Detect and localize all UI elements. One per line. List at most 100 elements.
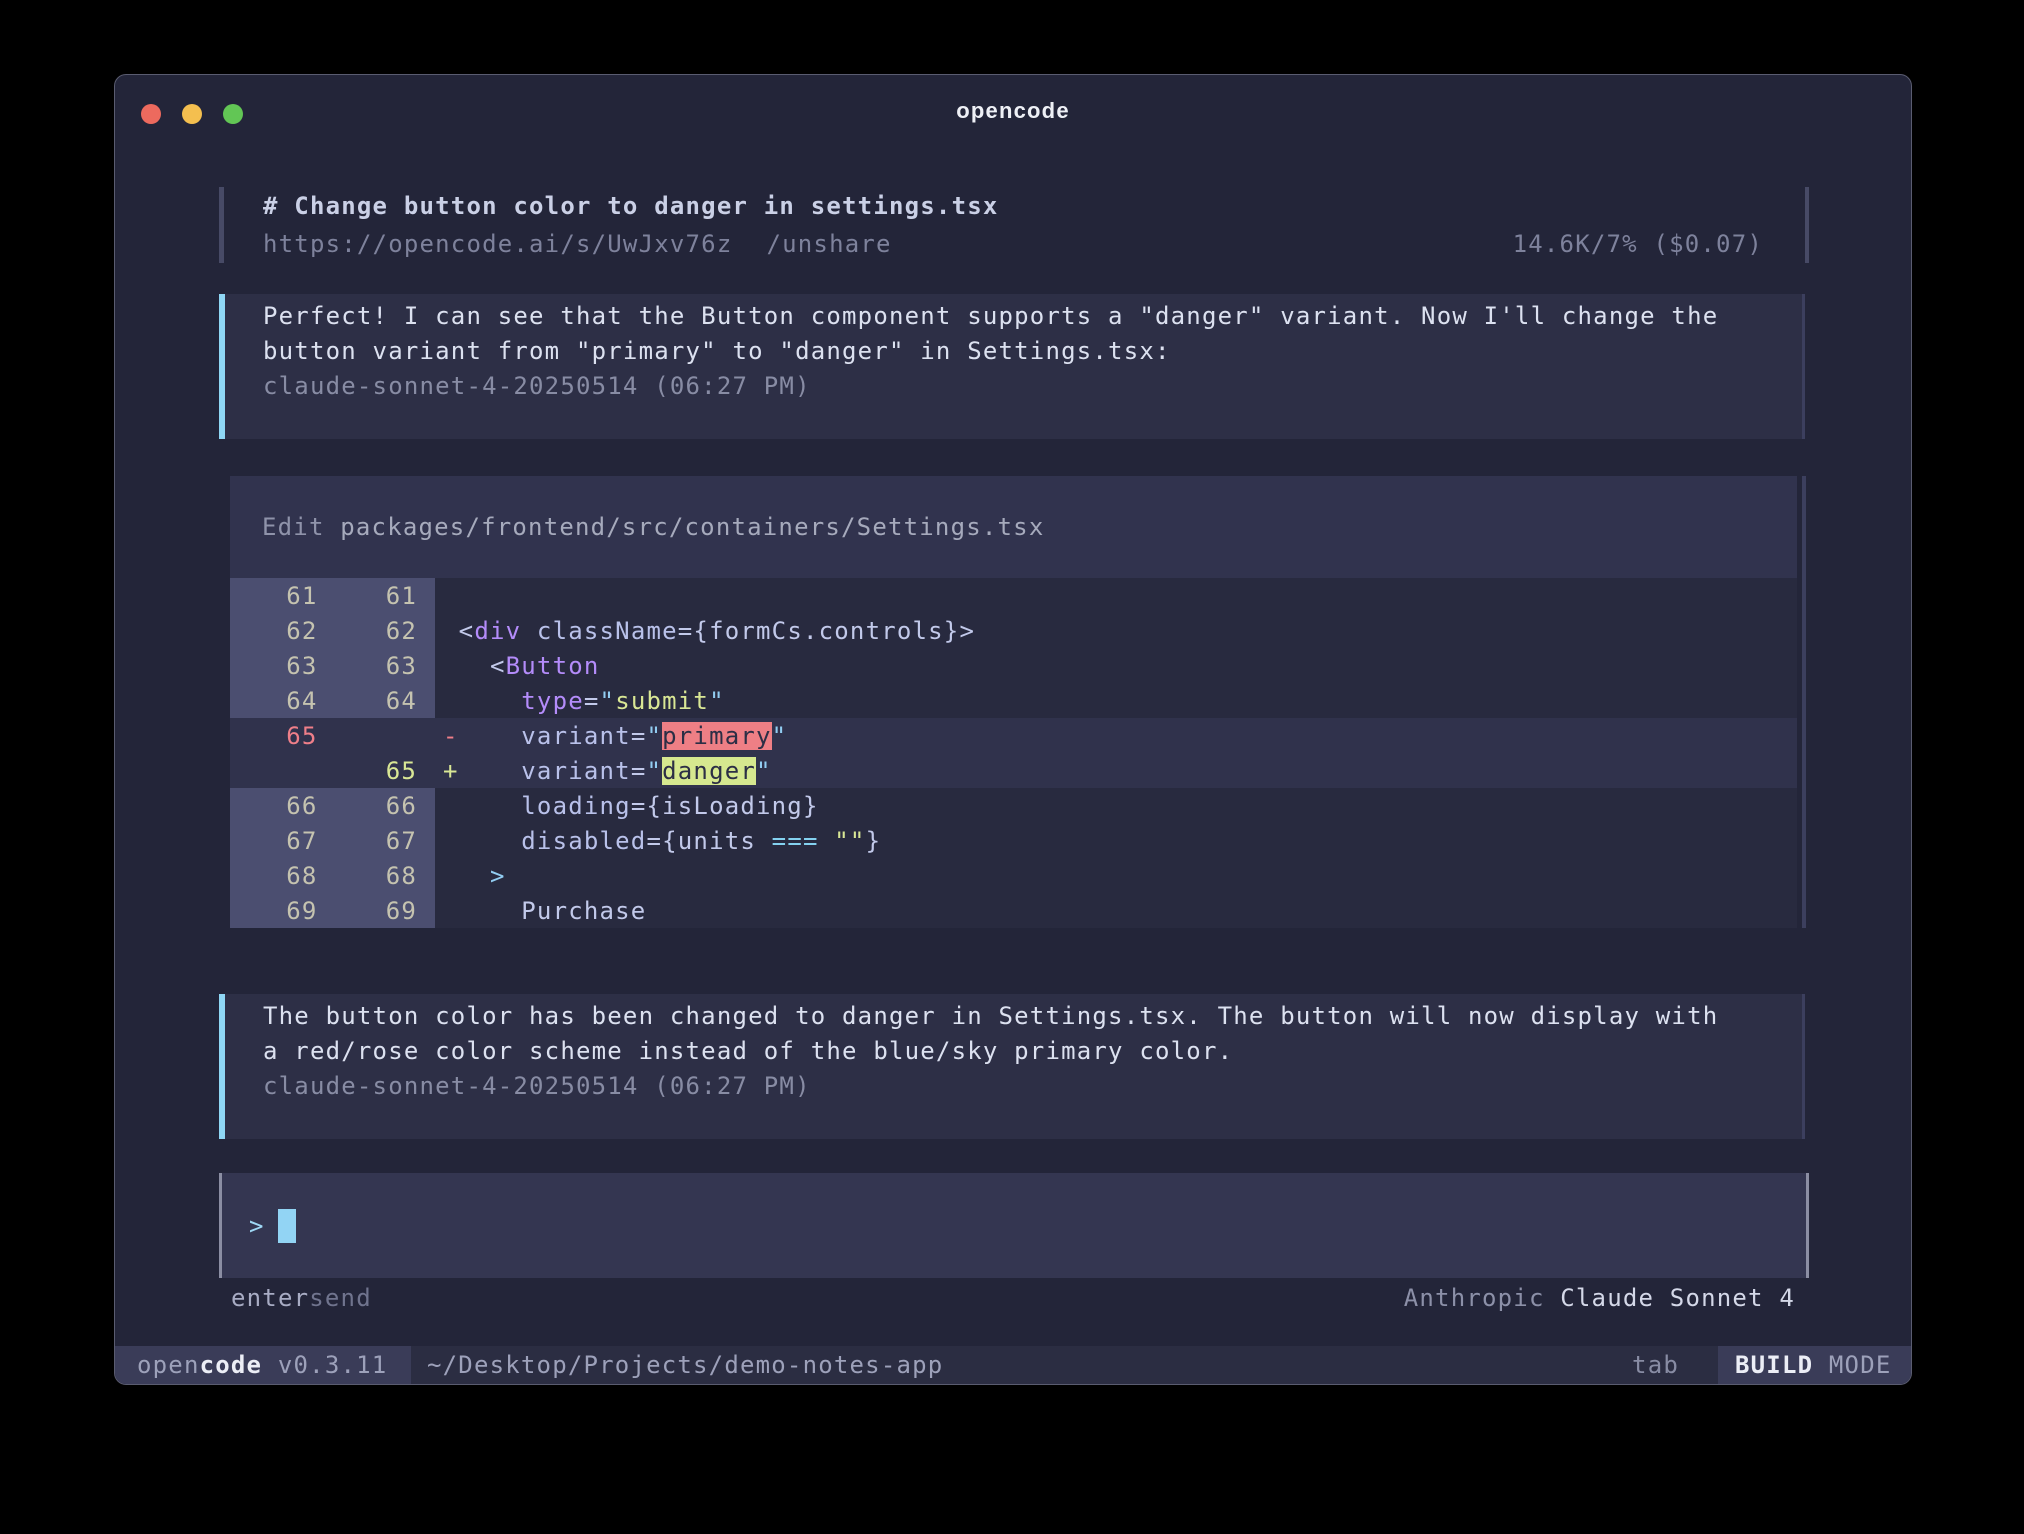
diff-row: 6666 loading={isLoading} (230, 788, 1797, 823)
new-line-number: 66 (318, 792, 417, 820)
code-token: " (756, 757, 772, 785)
working-directory: ~/Desktop/Projects/demo-notes-app (427, 1351, 943, 1379)
diff-marker (443, 897, 459, 925)
code-token: > (490, 862, 506, 890)
diff-row: 6262 <div className={formCs.controls}> (230, 613, 1797, 648)
model-name: Claude Sonnet 4 (1560, 1284, 1795, 1312)
code-token: = (646, 827, 662, 855)
app-version-segment: opencode v0.3.11 (115, 1346, 411, 1384)
new-line-number: 64 (318, 687, 417, 715)
diff-marker (443, 827, 459, 855)
code-token: div (474, 617, 521, 645)
code-token: className (537, 617, 678, 645)
new-line-number: 62 (318, 617, 417, 645)
old-line-number: 66 (230, 792, 318, 820)
token-usage: 14.6K/7% ($0.07) (1513, 230, 1763, 258)
diff-gutter: 6262 (230, 613, 435, 648)
code-token: variant (521, 757, 631, 785)
code-token: {isLoading} (646, 792, 818, 820)
new-line-number: 68 (318, 862, 417, 890)
code-token (459, 722, 522, 750)
tool-action: Edit (262, 513, 340, 541)
diff-row: 6767 disabled={units === ""} (230, 823, 1797, 858)
diff-row: 6868 > (230, 858, 1797, 893)
code-token: loading (521, 792, 631, 820)
opencode-window: opencode # Change button color to danger… (114, 74, 1912, 1385)
code-token: < (459, 617, 475, 645)
mode-segment[interactable]: BUILD MODE (1718, 1346, 1912, 1384)
diff-view: 6161 6262 <div className={formCs.control… (230, 578, 1797, 928)
tool-border-right (1802, 476, 1806, 928)
code-token: disabled (521, 827, 646, 855)
zoom-button[interactable] (223, 104, 243, 124)
minimize-button[interactable] (182, 104, 202, 124)
code-token: " (600, 687, 616, 715)
diff-code-line: type="submit" (435, 683, 725, 718)
text-cursor (278, 1209, 296, 1243)
code-token: " (646, 722, 662, 750)
message-meta: claude-sonnet-4-20250514 (06:27 PM) (263, 368, 1802, 403)
code-token: Button (506, 652, 600, 680)
assistant-message: Perfect! I can see that the Button compo… (219, 294, 1809, 439)
message-text: The button color has been changed to dan… (263, 998, 1802, 1033)
code-token (459, 827, 522, 855)
code-token: {formCs.controls}> (693, 617, 975, 645)
code-token (459, 687, 522, 715)
code-token: " (772, 722, 788, 750)
code-token (819, 827, 835, 855)
new-line-number: 63 (318, 652, 417, 680)
code-token: = (678, 617, 694, 645)
message-text: Perfect! I can see that the Button compo… (263, 298, 1802, 333)
old-line-number: 62 (230, 617, 318, 645)
diff-row: 65+ variant="danger" (230, 753, 1797, 788)
diff-gutter: 6868 (230, 858, 435, 893)
code-token: < (490, 652, 506, 680)
app-version: v0.3.11 (262, 1351, 387, 1379)
diff-code-line: Purchase (435, 893, 646, 928)
session-border-right (1805, 187, 1809, 263)
diff-gutter: 6363 (230, 648, 435, 683)
assistant-message: The button color has been changed to dan… (219, 994, 1809, 1139)
diff-row: 6464 type="submit" (230, 683, 1797, 718)
tool-file-path: packages/frontend/src/containers/Setting… (340, 513, 1044, 541)
close-button[interactable] (141, 104, 161, 124)
diff-code-line: disabled={units === ""} (435, 823, 881, 858)
old-line-number: 69 (230, 897, 318, 925)
diff-code-line: loading={isLoading} (435, 788, 819, 823)
message-meta: claude-sonnet-4-20250514 (06:27 PM) (263, 1068, 1802, 1103)
code-token: "" (834, 827, 865, 855)
code-token (459, 897, 522, 925)
session-share-url[interactable]: https://opencode.ai/s/UwJxv76z (263, 230, 732, 258)
code-token: type (521, 687, 584, 715)
old-line-number: 61 (230, 582, 318, 610)
diff-row: 6969 Purchase (230, 893, 1797, 928)
session-border-left (219, 187, 224, 263)
edit-tool-block: Edit packages/frontend/src/containers/Se… (230, 476, 1797, 928)
code-token: === (772, 827, 819, 855)
message-text: a red/rose color scheme instead of the b… (263, 1033, 1802, 1068)
code-token: " (646, 757, 662, 785)
code-token: = (631, 722, 647, 750)
app-name-code: code (200, 1351, 263, 1379)
unshare-command: /unshare (766, 230, 891, 258)
diff-marker (443, 792, 459, 820)
prompt-symbol: > (249, 1212, 265, 1240)
code-token: } (866, 827, 882, 855)
diff-marker (443, 582, 459, 610)
tab-key-hint[interactable]: tab (1632, 1351, 1679, 1379)
code-token: danger (662, 757, 756, 785)
diff-row: 6363 <Button (230, 648, 1797, 683)
code-token: submit (615, 687, 709, 715)
diff-code-line: <div className={formCs.controls}> (435, 613, 975, 648)
code-token (459, 862, 490, 890)
diff-marker (443, 617, 459, 645)
session-title: # Change button color to danger in setti… (263, 187, 1763, 225)
code-token: " (709, 687, 725, 715)
diff-marker (443, 652, 459, 680)
diff-gutter: 6161 (230, 578, 435, 613)
diff-gutter: 6666 (230, 788, 435, 823)
code-token: variant (521, 722, 631, 750)
diff-gutter: 65 (230, 753, 435, 788)
code-token: = (631, 757, 647, 785)
diff-marker: + (443, 757, 459, 785)
